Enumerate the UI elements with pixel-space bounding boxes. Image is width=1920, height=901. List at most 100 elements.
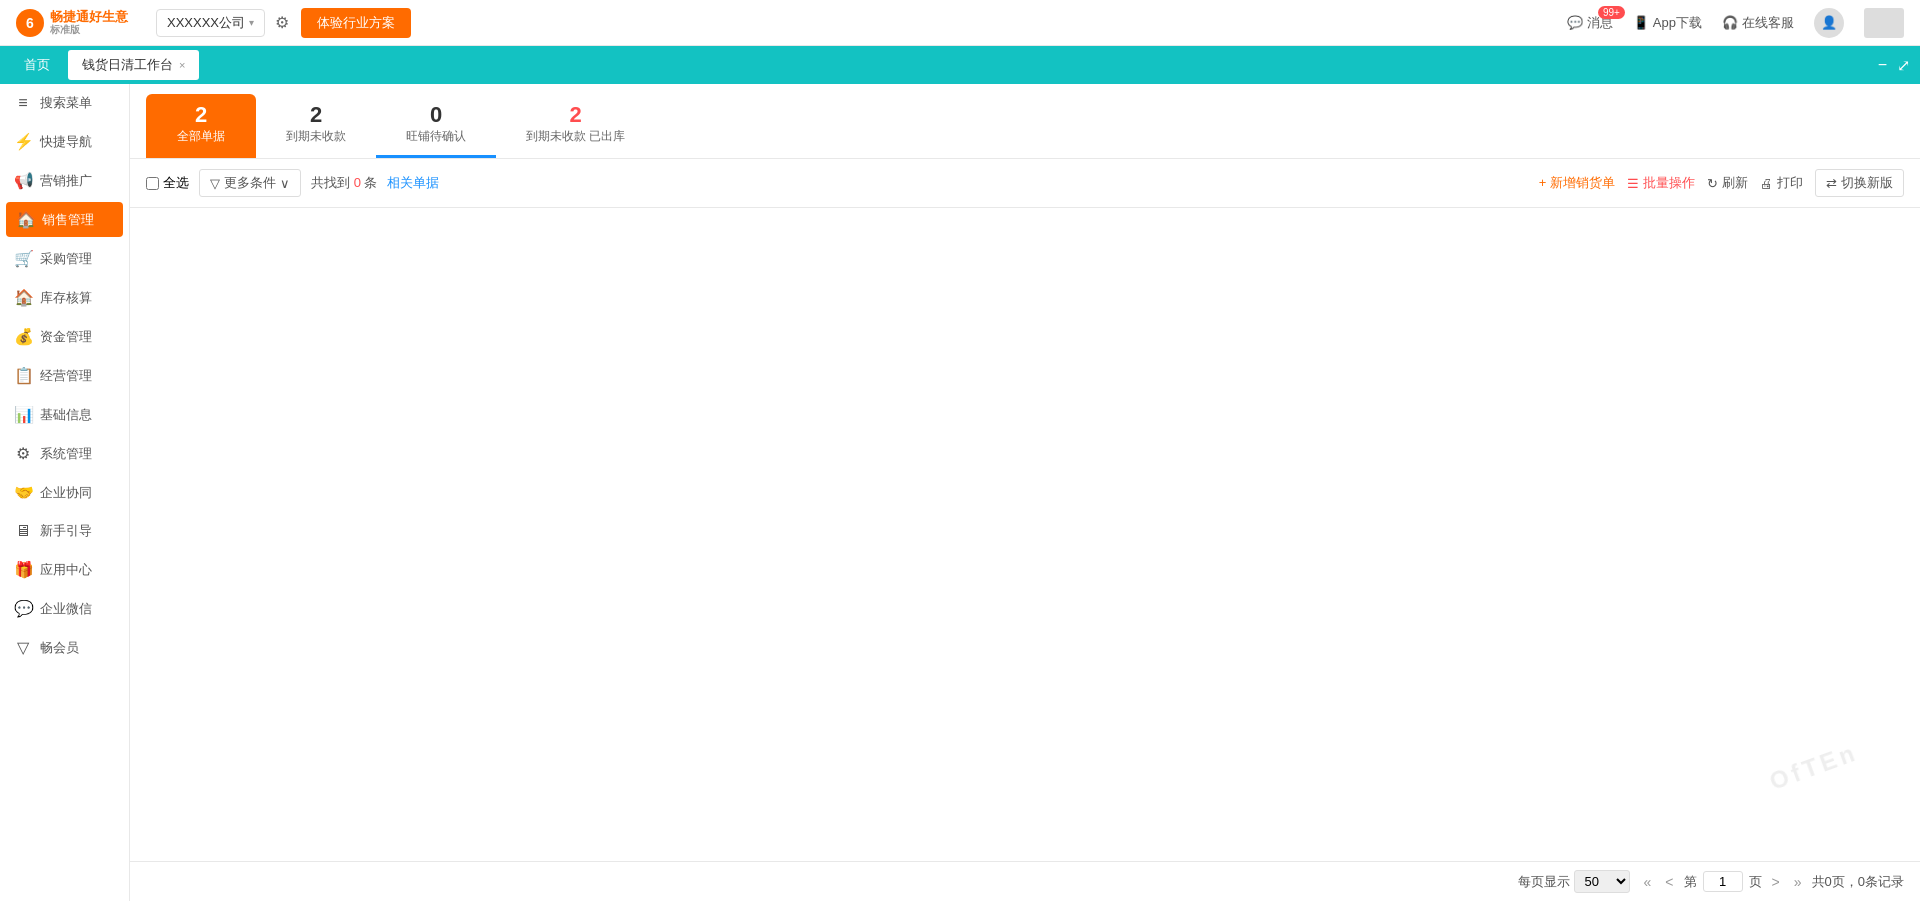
- overdue-unpaid-label: 到期未收款: [286, 128, 346, 145]
- logo-main-text: 畅捷通好生意: [50, 9, 128, 25]
- message-badge: 99+: [1598, 6, 1625, 19]
- pagination: « < 第 页 > » 共0页，0条记录: [1640, 871, 1904, 892]
- vip-label: 畅会员: [40, 639, 79, 657]
- prev-page-button[interactable]: <: [1661, 872, 1677, 892]
- refresh-icon: ↻: [1707, 176, 1718, 191]
- beginner-icon: 🖥: [14, 522, 32, 540]
- marketing-label: 营销推广: [40, 172, 92, 190]
- pending-label: 旺铺待确认: [406, 128, 466, 145]
- search-menu-label: 搜索菜单: [40, 94, 92, 112]
- home-tab[interactable]: 首页: [10, 50, 64, 80]
- sidebar-item-sys-mgmt[interactable]: ⚙ 系统管理: [0, 434, 129, 473]
- switch-new-version-button[interactable]: ⇄ 切换新版: [1815, 169, 1904, 197]
- enterprise-wechat-label: 企业微信: [40, 600, 92, 618]
- overdue-unpaid-count: 2: [310, 102, 322, 128]
- first-page-button[interactable]: «: [1640, 872, 1656, 892]
- sidebar-item-purchase[interactable]: 🛒 采购管理: [0, 239, 129, 278]
- sidebar-item-sales[interactable]: 🏠 销售管理: [6, 202, 123, 237]
- next-page-button[interactable]: >: [1768, 872, 1784, 892]
- filter-icon: ▽: [210, 176, 220, 191]
- count-info: 共找到 0 条: [311, 174, 377, 192]
- main-layout: ≡ 搜索菜单 ⚡ 快捷导航 📢 营销推广 🏠 销售管理 🛒 采购管理 🏠 库存核…: [0, 84, 1920, 901]
- batch-operation-button[interactable]: ☰ 批量操作: [1627, 174, 1695, 192]
- sidebar-item-vip[interactable]: ▽ 畅会员: [0, 628, 129, 667]
- select-all-label: 全选: [163, 174, 189, 192]
- main-content: 2 全部单据 2 到期未收款 0 旺铺待确认 2 到期未收款 已出库 全选: [130, 84, 1920, 901]
- page-size-selector: 每页显示 10 20 50 100: [1518, 870, 1630, 893]
- count-text: 共找到: [311, 175, 350, 190]
- select-all-checkbox[interactable]: 全选: [146, 174, 189, 192]
- switch-label: 切换新版: [1841, 174, 1893, 192]
- experience-button[interactable]: 体验行业方案: [301, 8, 411, 38]
- operations-icon: 📋: [14, 366, 32, 385]
- active-tab-label: 钱货日清工作台: [82, 56, 173, 74]
- print-icon: 🖨: [1760, 176, 1773, 191]
- page-size-select[interactable]: 10 20 50 100: [1574, 870, 1630, 893]
- sidebar-item-quick-nav[interactable]: ⚡ 快捷导航: [0, 122, 129, 161]
- tab-expand-button[interactable]: ⤢: [1897, 56, 1910, 75]
- batch-label: 批量操作: [1643, 174, 1695, 192]
- page-word: 第: [1684, 873, 1697, 891]
- top-header: 6 畅捷通好生意 标准版 XXXXXX公司 ▾ ⚙ 体验行业方案 💬 消息 99…: [0, 0, 1920, 46]
- last-page-button[interactable]: »: [1790, 872, 1806, 892]
- refresh-button[interactable]: ↻ 刷新: [1707, 174, 1748, 192]
- unshipped-count: 2: [570, 102, 582, 128]
- message-icon: 💬: [1567, 15, 1583, 30]
- sales-icon: 🏠: [16, 210, 34, 229]
- add-order-button[interactable]: + 新增销货单: [1539, 174, 1615, 192]
- inventory-icon: 🏠: [14, 288, 32, 307]
- filter-button[interactable]: ▽ 更多条件 ∨: [199, 169, 301, 197]
- operations-label: 经营管理: [40, 367, 92, 385]
- sidebar-item-search-menu[interactable]: ≡ 搜索菜单: [0, 84, 129, 122]
- switch-icon: ⇄: [1826, 176, 1837, 191]
- online-service-item[interactable]: 🎧 在线客服: [1722, 14, 1794, 32]
- pending-count: 0: [430, 102, 442, 128]
- basic-info-label: 基础信息: [40, 406, 92, 424]
- sys-mgmt-label: 系统管理: [40, 445, 92, 463]
- logo-text: 畅捷通好生意 标准版: [50, 9, 128, 37]
- footer: 每页显示 10 20 50 100 « < 第 页 > » 共0页，0条记录: [130, 861, 1920, 901]
- company-selector[interactable]: XXXXXX公司 ▾: [156, 9, 265, 37]
- sidebar-item-inventory[interactable]: 🏠 库存核算: [0, 278, 129, 317]
- select-all-input[interactable]: [146, 177, 159, 190]
- sidebar-item-beginner[interactable]: 🖥 新手引导: [0, 512, 129, 550]
- active-tab[interactable]: 钱货日清工作台 ×: [68, 50, 199, 80]
- related-orders-link[interactable]: 相关单据: [387, 174, 439, 192]
- enterprise-coop-icon: 🤝: [14, 483, 32, 502]
- sidebar-item-app-center[interactable]: 🎁 应用中心: [0, 550, 129, 589]
- app-center-icon: 🎁: [14, 560, 32, 579]
- sidebar-item-basic-info[interactable]: 📊 基础信息: [0, 395, 129, 434]
- vip-icon: ▽: [14, 638, 32, 657]
- table-area: [130, 208, 1920, 861]
- total-info: 共0页，0条记录: [1812, 873, 1904, 891]
- sidebar-item-finance[interactable]: 💰 资金管理: [0, 317, 129, 356]
- sidebar: ≡ 搜索菜单 ⚡ 快捷导航 📢 营销推广 🏠 销售管理 🛒 采购管理 🏠 库存核…: [0, 84, 130, 901]
- summary-tab-pending[interactable]: 0 旺铺待确认: [376, 94, 496, 158]
- settings-icon[interactable]: ⚙: [275, 13, 289, 32]
- all-count: 2: [195, 102, 207, 128]
- tab-close-button[interactable]: ×: [179, 59, 185, 71]
- sidebar-item-marketing[interactable]: 📢 营销推广: [0, 161, 129, 200]
- avatar[interactable]: 👤: [1814, 8, 1844, 38]
- sidebar-item-enterprise-wechat[interactable]: 💬 企业微信: [0, 589, 129, 628]
- toolbar-right: + 新增销货单 ☰ 批量操作 ↻ 刷新 🖨 打印 ⇄ 切换新版: [1539, 169, 1904, 197]
- summary-tab-overdue-unpaid[interactable]: 2 到期未收款: [256, 94, 376, 158]
- toolbar-left: 全选 ▽ 更多条件 ∨ 共找到 0 条 相关单据: [146, 169, 439, 197]
- tab-collapse-button[interactable]: −: [1878, 56, 1887, 74]
- filter-label: 更多条件: [224, 174, 276, 192]
- print-button[interactable]: 🖨 打印: [1760, 174, 1803, 192]
- marketing-icon: 📢: [14, 171, 32, 190]
- summary-tab-unshipped[interactable]: 2 到期未收款 已出库: [496, 94, 655, 158]
- unshipped-label: 到期未收款 已出库: [526, 128, 625, 145]
- summary-tab-all[interactable]: 2 全部单据: [146, 94, 256, 158]
- user-icon: 👤: [1821, 15, 1837, 30]
- sidebar-item-enterprise-coop[interactable]: 🤝 企业协同: [0, 473, 129, 512]
- tab-bar-actions: − ⤢: [1878, 56, 1910, 75]
- page-label: 页: [1749, 873, 1762, 891]
- message-item[interactable]: 💬 消息 99+: [1567, 14, 1613, 32]
- page-number-input[interactable]: [1703, 871, 1743, 892]
- logo-icon: 6: [16, 9, 44, 37]
- sidebar-item-operations[interactable]: 📋 经营管理: [0, 356, 129, 395]
- app-download-item[interactable]: 📱 App下载: [1633, 14, 1702, 32]
- logo-sub-text: 标准版: [50, 24, 128, 36]
